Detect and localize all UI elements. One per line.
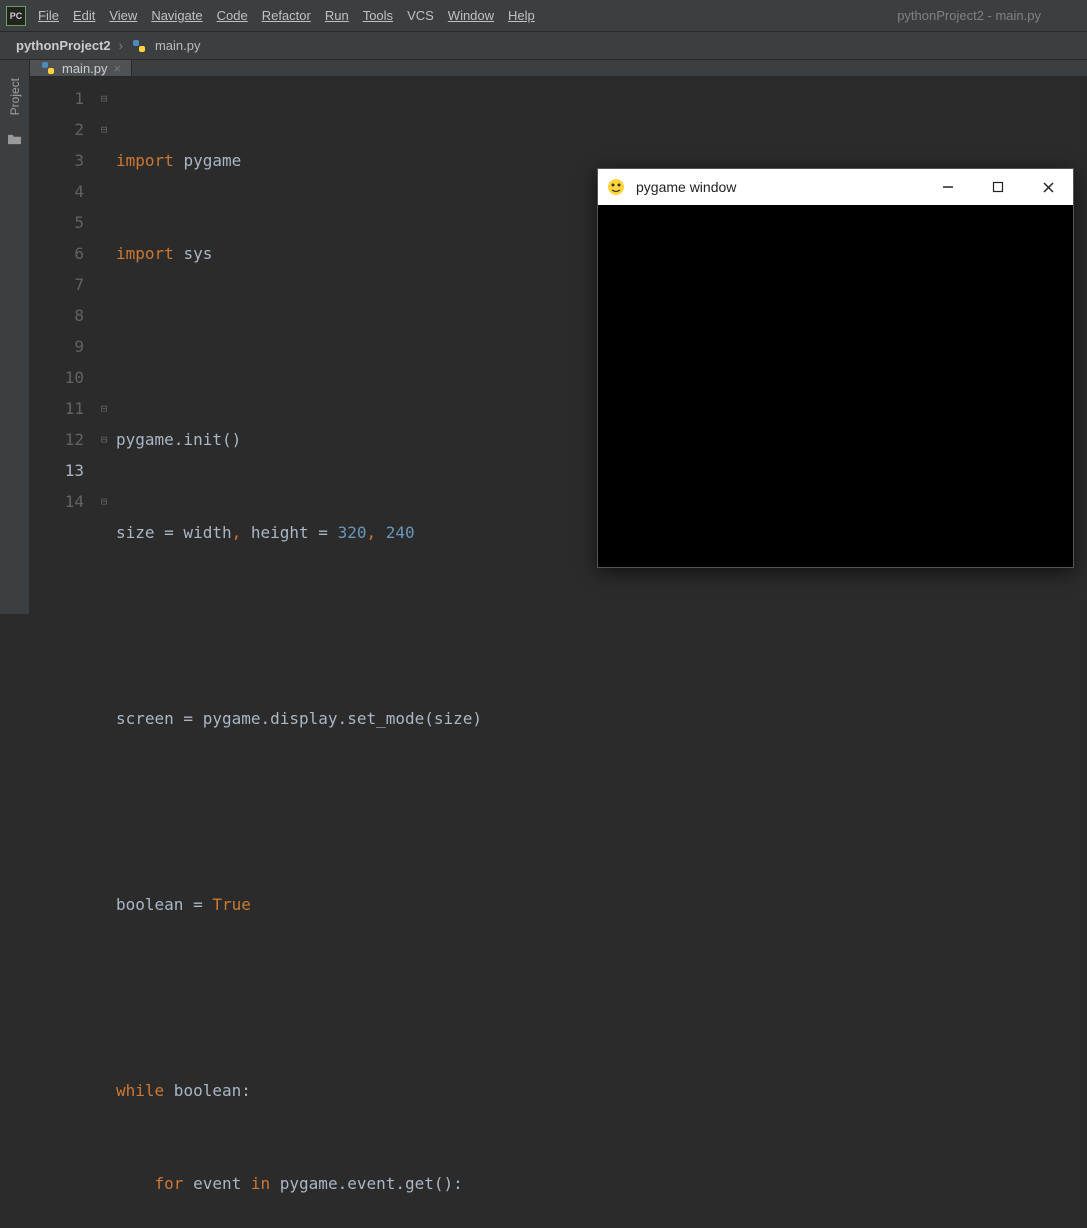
close-button[interactable] bbox=[1023, 169, 1073, 205]
menu-file[interactable]: File bbox=[38, 8, 59, 23]
pygame-window[interactable]: pygame window bbox=[597, 168, 1074, 568]
menu-help[interactable]: Help bbox=[508, 8, 535, 23]
app-icon: PC bbox=[6, 6, 26, 26]
menu-edit[interactable]: Edit bbox=[73, 8, 95, 23]
breadcrumb-file[interactable]: main.py bbox=[155, 38, 201, 53]
menu-navigate[interactable]: Navigate bbox=[151, 8, 202, 23]
menu-tools[interactable]: Tools bbox=[363, 8, 393, 23]
window-title: pythonProject2 - main.py bbox=[897, 8, 1041, 23]
tab-label: main.py bbox=[62, 61, 108, 76]
pygame-icon bbox=[606, 177, 626, 197]
menu-view[interactable]: View bbox=[109, 8, 137, 23]
minimize-button[interactable] bbox=[923, 169, 973, 205]
pygame-window-buttons bbox=[923, 169, 1073, 205]
menu-window[interactable]: Window bbox=[448, 8, 494, 23]
tool-sidebar: Project bbox=[0, 60, 30, 614]
pygame-title-text: pygame window bbox=[636, 179, 736, 195]
pygame-canvas[interactable] bbox=[598, 205, 1073, 567]
folder-icon[interactable] bbox=[7, 133, 22, 145]
menu-refactor[interactable]: Refactor bbox=[262, 8, 311, 23]
pygame-titlebar[interactable]: pygame window bbox=[598, 169, 1073, 205]
breadcrumb: pythonProject2 › main.py bbox=[0, 32, 1087, 60]
sidebar-project-tab[interactable]: Project bbox=[8, 78, 22, 115]
fold-column: ⊟ ⊟ ⊟ ⊟ ⊟ bbox=[94, 77, 114, 1228]
fold-icon[interactable]: ⊟ bbox=[94, 393, 114, 424]
menu-vcs[interactable]: VCS bbox=[407, 8, 434, 23]
fold-icon[interactable]: ⊟ bbox=[94, 83, 114, 114]
fold-icon[interactable]: ⊟ bbox=[94, 424, 114, 455]
chevron-right-icon: › bbox=[119, 38, 123, 53]
menubar: PC File Edit View Navigate Code Refactor… bbox=[0, 0, 1087, 32]
fold-icon[interactable]: ⊟ bbox=[94, 114, 114, 145]
breadcrumb-project[interactable]: pythonProject2 bbox=[16, 38, 111, 53]
maximize-button[interactable] bbox=[973, 169, 1023, 205]
menu-run[interactable]: Run bbox=[325, 8, 349, 23]
python-file-icon bbox=[131, 38, 147, 54]
tab-main-py[interactable]: main.py × bbox=[30, 60, 132, 76]
menu-items: File Edit View Navigate Code Refactor Ru… bbox=[38, 8, 897, 23]
python-file-icon bbox=[40, 60, 56, 76]
close-icon[interactable]: × bbox=[114, 61, 122, 76]
fold-icon[interactable]: ⊟ bbox=[94, 486, 114, 517]
menu-code[interactable]: Code bbox=[217, 8, 248, 23]
editor-tabbar: main.py × bbox=[30, 60, 1087, 77]
line-gutter: 1 2 3 4 5 6 7 8 9 10 11 12 13 14 bbox=[30, 77, 94, 1228]
